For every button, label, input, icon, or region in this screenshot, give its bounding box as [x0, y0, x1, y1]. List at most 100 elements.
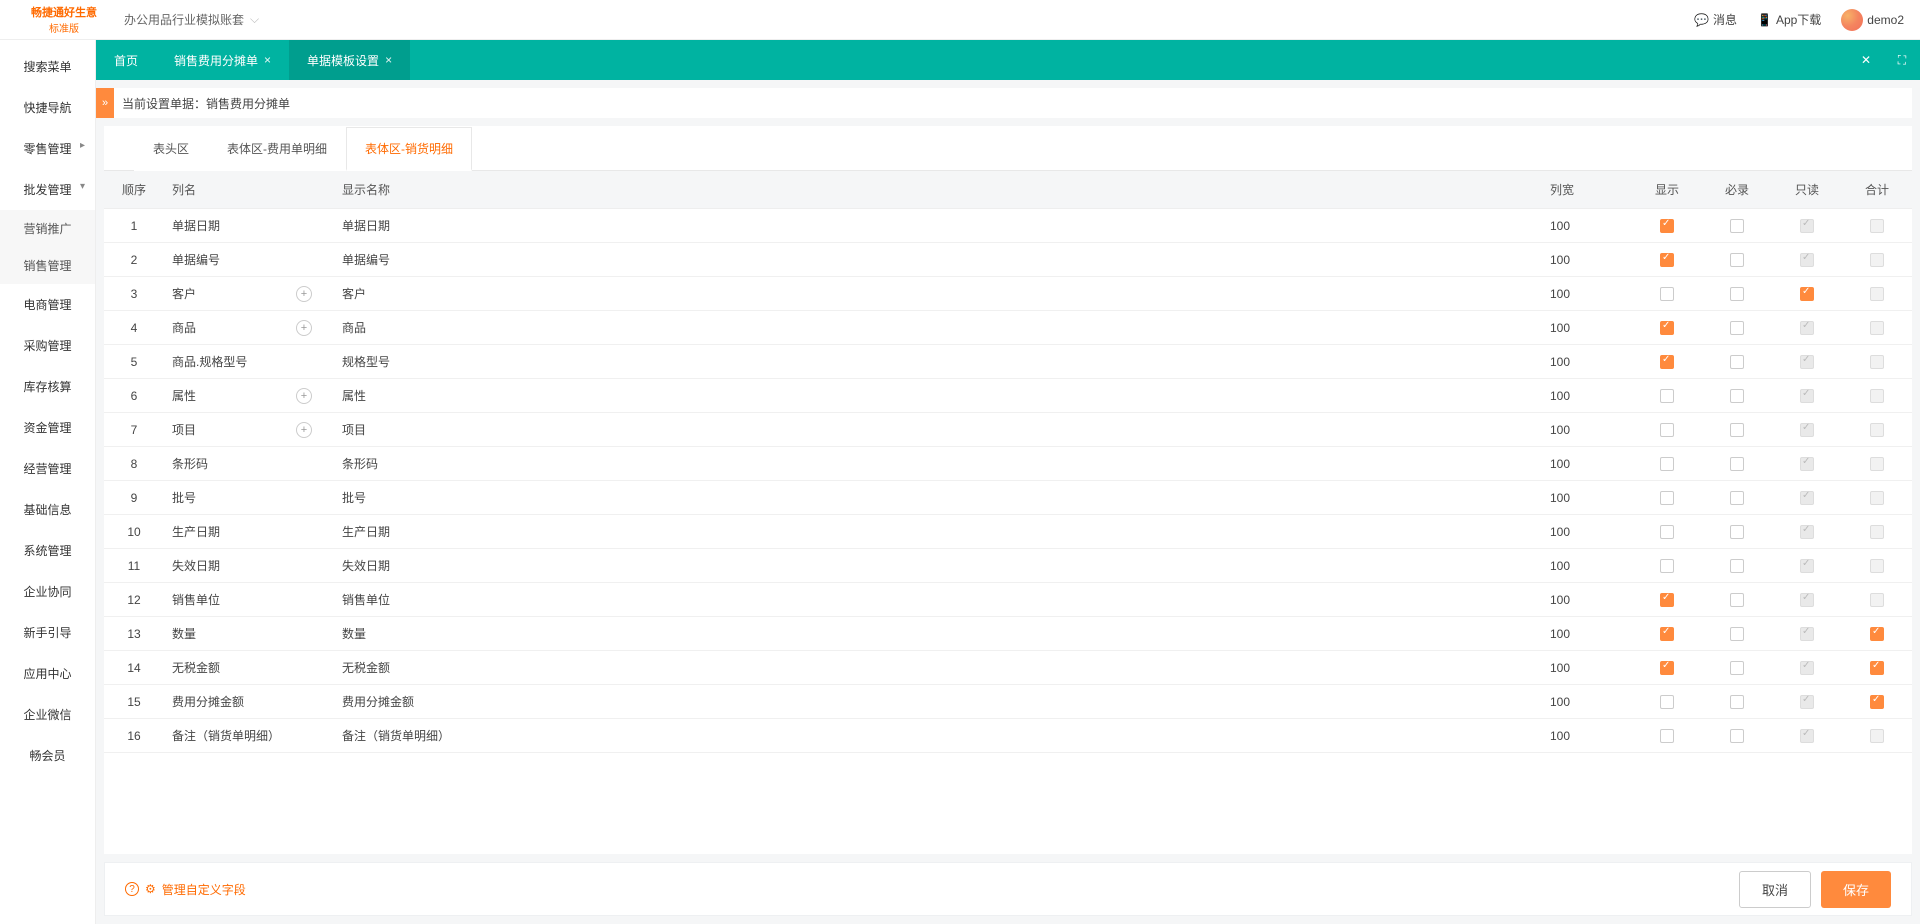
close-icon[interactable]: ×: [385, 53, 392, 67]
checkbox-show[interactable]: [1660, 321, 1674, 335]
checkbox-req[interactable]: [1730, 457, 1744, 471]
sidebar-item[interactable]: 新手引导: [0, 612, 95, 653]
checkbox-show[interactable]: [1660, 491, 1674, 505]
close-icon[interactable]: ×: [264, 53, 271, 67]
sidebar-item[interactable]: 基础信息: [0, 489, 95, 530]
checkbox-show[interactable]: [1660, 389, 1674, 403]
messages-button[interactable]: 💬 消息: [1694, 11, 1737, 28]
checkbox-req[interactable]: [1730, 491, 1744, 505]
checkbox-sum[interactable]: [1870, 661, 1884, 675]
sidebar-item[interactable]: 应用中心: [0, 653, 95, 694]
cell-display-name[interactable]: 项目: [334, 413, 1542, 447]
expand-icon[interactable]: +: [296, 422, 312, 438]
checkbox-sum[interactable]: [1870, 627, 1884, 641]
cell-width[interactable]: 100: [1542, 617, 1632, 651]
cell-width[interactable]: 100: [1542, 345, 1632, 379]
cell-display-name[interactable]: 费用分摊金额: [334, 685, 1542, 719]
cell-width[interactable]: 100: [1542, 481, 1632, 515]
cell-width[interactable]: 100: [1542, 311, 1632, 345]
cell-width[interactable]: 100: [1542, 685, 1632, 719]
checkbox-req[interactable]: [1730, 423, 1744, 437]
cell-display-name[interactable]: 无税金额: [334, 651, 1542, 685]
page-tab[interactable]: 首页: [96, 40, 156, 80]
cell-width[interactable]: 100: [1542, 515, 1632, 549]
sidebar-item[interactable]: 批发管理: [0, 169, 95, 210]
sidebar-item[interactable]: 经营管理: [0, 448, 95, 489]
checkbox-req[interactable]: [1730, 389, 1744, 403]
sidebar-item[interactable]: 企业协同: [0, 571, 95, 612]
checkbox-show[interactable]: [1660, 695, 1674, 709]
section-tab[interactable]: 表头区: [134, 127, 208, 171]
sidebar-item[interactable]: 资金管理: [0, 407, 95, 448]
checkbox-show[interactable]: [1660, 525, 1674, 539]
cell-width[interactable]: 100: [1542, 209, 1632, 243]
cell-width[interactable]: 100: [1542, 583, 1632, 617]
cell-display-name[interactable]: 数量: [334, 617, 1542, 651]
checkbox-show[interactable]: [1660, 219, 1674, 233]
cell-display-name[interactable]: 条形码: [334, 447, 1542, 481]
checkbox-req[interactable]: [1730, 559, 1744, 573]
cell-display-name[interactable]: 批号: [334, 481, 1542, 515]
collapse-toggle-icon[interactable]: »: [96, 88, 114, 118]
cell-width[interactable]: 100: [1542, 277, 1632, 311]
checkbox-req[interactable]: [1730, 627, 1744, 641]
checkbox-sum[interactable]: [1870, 695, 1884, 709]
sidebar-subitem[interactable]: 营销推广: [0, 210, 95, 247]
checkbox-req[interactable]: [1730, 321, 1744, 335]
checkbox-show[interactable]: [1660, 559, 1674, 573]
expand-icon[interactable]: +: [296, 388, 312, 404]
sidebar-item[interactable]: 采购管理: [0, 325, 95, 366]
cell-width[interactable]: 100: [1542, 447, 1632, 481]
cell-width[interactable]: 100: [1542, 719, 1632, 753]
expand-icon[interactable]: +: [296, 320, 312, 336]
sidebar-item[interactable]: 库存核算: [0, 366, 95, 407]
checkbox-req[interactable]: [1730, 253, 1744, 267]
cell-display-name[interactable]: 商品: [334, 311, 1542, 345]
cell-display-name[interactable]: 属性: [334, 379, 1542, 413]
sidebar-item[interactable]: 企业微信: [0, 694, 95, 735]
checkbox-show[interactable]: [1660, 253, 1674, 267]
section-tab[interactable]: 表体区-销货明细: [346, 127, 472, 171]
close-all-tabs-icon[interactable]: ✕: [1848, 40, 1884, 80]
cell-width[interactable]: 100: [1542, 549, 1632, 583]
checkbox-req[interactable]: [1730, 695, 1744, 709]
checkbox-show[interactable]: [1660, 593, 1674, 607]
checkbox-show[interactable]: [1660, 287, 1674, 301]
cell-width[interactable]: 100: [1542, 651, 1632, 685]
cell-width[interactable]: 100: [1542, 413, 1632, 447]
cell-display-name[interactable]: 失效日期: [334, 549, 1542, 583]
sidebar-item[interactable]: 系统管理: [0, 530, 95, 571]
checkbox-ro[interactable]: [1800, 287, 1814, 301]
sidebar-item[interactable]: 零售管理: [0, 128, 95, 169]
checkbox-req[interactable]: [1730, 729, 1744, 743]
expand-icon[interactable]: +: [296, 286, 312, 302]
checkbox-show[interactable]: [1660, 423, 1674, 437]
cell-width[interactable]: 100: [1542, 243, 1632, 277]
checkbox-req[interactable]: [1730, 525, 1744, 539]
checkbox-req[interactable]: [1730, 661, 1744, 675]
checkbox-show[interactable]: [1660, 729, 1674, 743]
checkbox-show[interactable]: [1660, 457, 1674, 471]
user-menu[interactable]: demo2: [1841, 9, 1904, 31]
sidebar-item[interactable]: 搜索菜单: [0, 46, 95, 87]
cell-display-name[interactable]: 备注（销货单明细）: [334, 719, 1542, 753]
section-tab[interactable]: 表体区-费用单明细: [208, 127, 346, 171]
manage-custom-fields-link[interactable]: ? ⚙ 管理自定义字段: [125, 881, 246, 898]
sidebar-item[interactable]: 快捷导航: [0, 87, 95, 128]
account-select[interactable]: 办公用品行业模拟账套 ⌵: [124, 11, 259, 28]
cell-display-name[interactable]: 销售单位: [334, 583, 1542, 617]
sidebar-subitem[interactable]: 销售管理: [0, 247, 95, 284]
cell-display-name[interactable]: 单据日期: [334, 209, 1542, 243]
sidebar-item[interactable]: 电商管理: [0, 284, 95, 325]
cell-width[interactable]: 100: [1542, 379, 1632, 413]
cell-display-name[interactable]: 单据编号: [334, 243, 1542, 277]
checkbox-show[interactable]: [1660, 661, 1674, 675]
checkbox-req[interactable]: [1730, 287, 1744, 301]
cell-display-name[interactable]: 生产日期: [334, 515, 1542, 549]
app-download-button[interactable]: 📱 App下载: [1757, 11, 1821, 28]
sidebar-item[interactable]: 畅会员: [0, 735, 95, 776]
cell-display-name[interactable]: 客户: [334, 277, 1542, 311]
cancel-button[interactable]: 取消: [1739, 871, 1811, 908]
save-button[interactable]: 保存: [1821, 871, 1891, 908]
page-tab[interactable]: 单据模板设置×: [289, 40, 410, 80]
